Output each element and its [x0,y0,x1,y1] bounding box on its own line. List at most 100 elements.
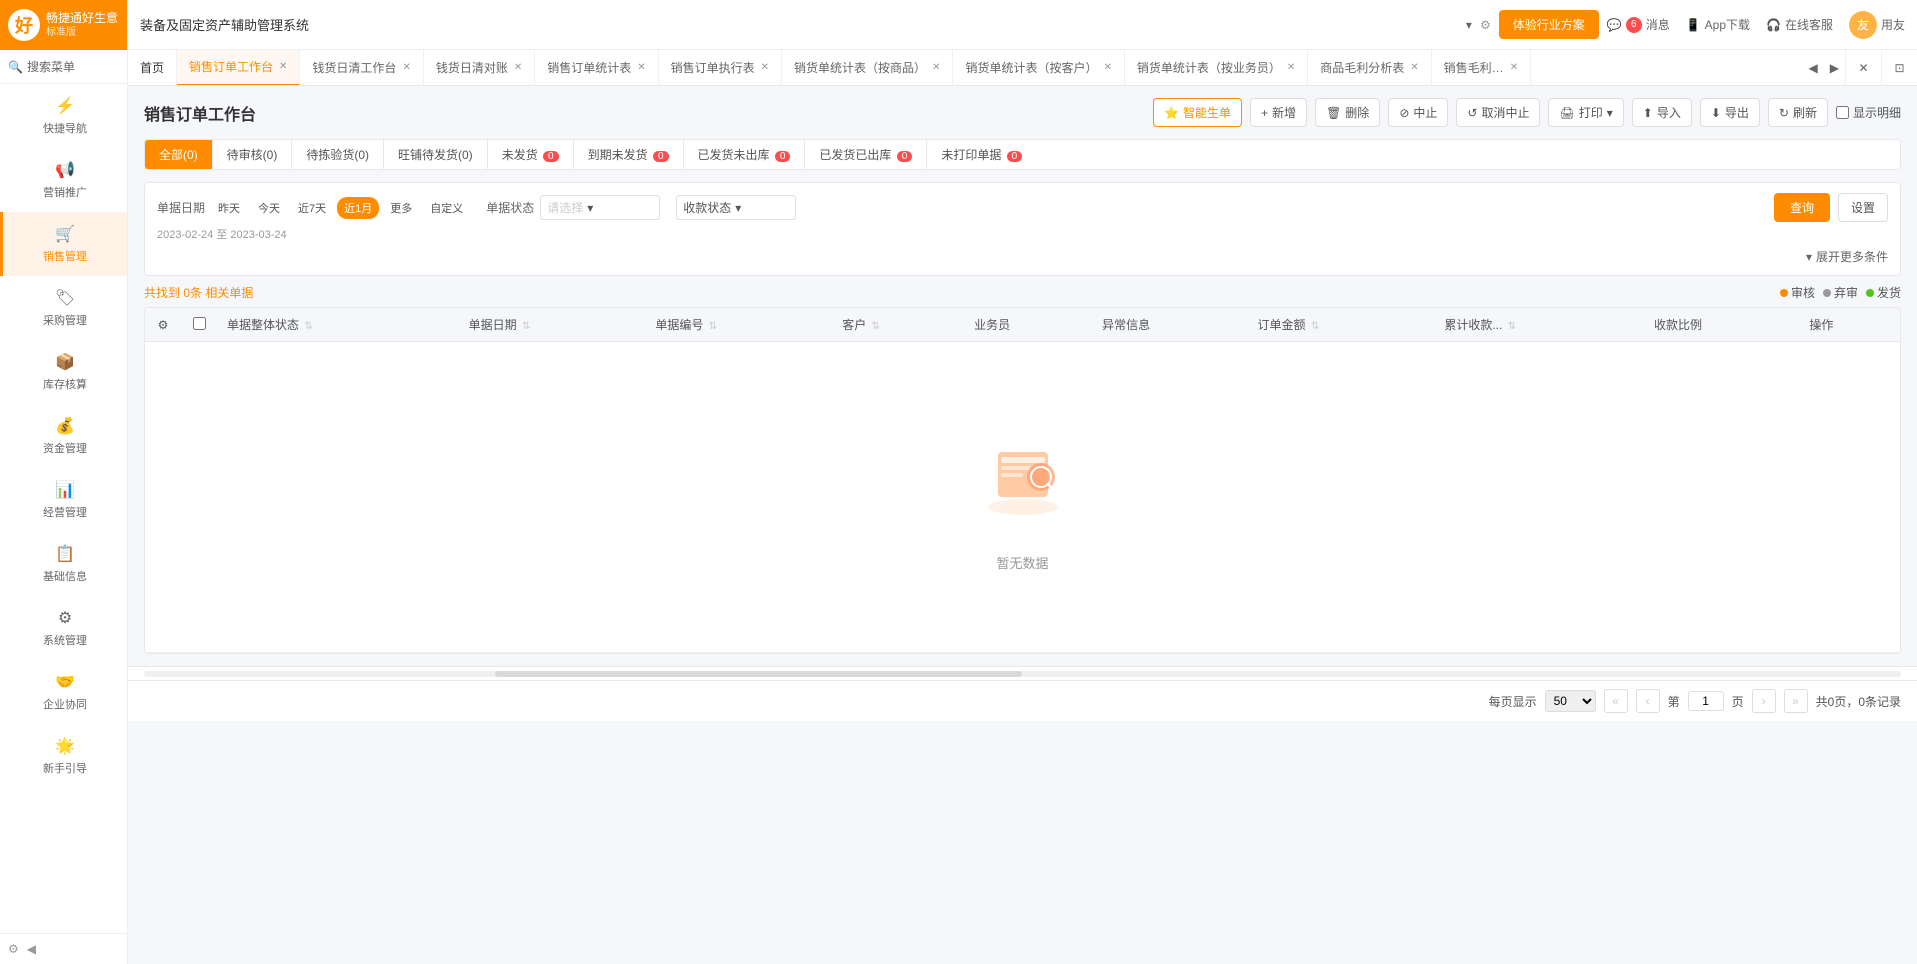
sidebar-item-system[interactable]: ⚙ 系统管理 [0,596,127,660]
stop-button[interactable]: ⊘ 中止 [1388,98,1448,127]
tab-close-sales-product[interactable]: ✕ [932,62,940,73]
tab-sales-more[interactable]: 销售毛利… ✕ [1432,50,1531,86]
th-settings[interactable]: ⚙ [145,308,181,342]
last-page-button[interactable]: » [1784,689,1808,713]
send-action-button[interactable]: 发货 [1866,284,1901,301]
settings-icon[interactable]: ⚙ [8,942,19,956]
sub-tab-not-sent[interactable]: 未发货 0 [488,140,574,169]
next-page-button[interactable]: › [1752,689,1776,713]
date-custom[interactable]: 自定义 [423,197,470,219]
scrollbar-thumb[interactable] [495,671,1022,677]
sidebar-item-operations[interactable]: 📊 经营管理 [0,468,127,532]
gear-icon[interactable]: ⚙ [1480,18,1491,32]
smart-generate-button[interactable]: ⭐ 智能生单 [1153,98,1242,127]
payment-status-select[interactable]: 收款状态 ▾ [676,195,796,220]
th-checkbox[interactable] [181,308,217,342]
prev-page-button[interactable]: ‹ [1636,689,1660,713]
sub-tab-sent-out[interactable]: 已发货已出库 0 [805,140,927,169]
import-button[interactable]: ⬆ 导入 [1632,98,1692,127]
tab-close-sales-more[interactable]: ✕ [1510,62,1518,73]
sidebar-item-quick-nav[interactable]: ⚡ 营销推广 快捷导航 [0,84,127,148]
sort-date-icon[interactable]: ⇅ [522,321,530,332]
delete-button[interactable]: 🗑 删除 [1315,98,1380,127]
tab-close-sales-staff[interactable]: ✕ [1287,62,1295,73]
sub-tab-wangpu[interactable]: 旺铺待发货(0) [384,140,488,169]
refresh-button[interactable]: ↻ 刷新 [1768,98,1828,127]
tab-home[interactable]: 首页 [128,50,177,86]
user-menu[interactable]: 友 用友 [1849,11,1905,39]
show-detail-checkbox[interactable]: 显示明细 [1836,104,1901,121]
sort-customer-icon[interactable]: ⇅ [872,321,880,332]
expand-filters-button[interactable]: ▾ 展开更多条件 [1806,248,1888,265]
sidebar-item-inventory[interactable]: 📦 库存核算 [0,340,127,404]
tab-expand-button[interactable]: ⊡ [1881,50,1917,86]
sidebar-item-sales[interactable]: 🛒 销售管理 [0,212,127,276]
th-received: 累计收款... ⇅ [1434,308,1644,342]
date-more[interactable]: 更多 [383,197,419,219]
export-button[interactable]: ⬇ 导出 [1700,98,1760,127]
tabbar: 首页 销售订单工作台 ✕ 钱货日清工作台 ✕ 钱货日清对账 ✕ 销售订单统计表 … [128,50,1917,86]
search-menu[interactable]: 🔍 搜索菜单 [0,50,127,84]
tab-close-sales-order[interactable]: ✕ [279,61,287,72]
sidebar-item-basic[interactable]: 📋 基础信息 [0,532,127,596]
add-button[interactable]: + 新增 [1250,98,1307,127]
tab-close-all-button[interactable]: ✕ [1845,50,1881,86]
sub-tab-pending[interactable]: 待审核(0) [213,140,293,169]
set-button[interactable]: 设置 [1838,193,1888,222]
collapse-icon[interactable]: ◀ [27,942,36,956]
tab-close-gross-profit[interactable]: ✕ [1410,62,1418,73]
app-download-button[interactable]: 📱 App下载 [1686,16,1750,33]
sort-status-icon[interactable]: ⇅ [304,321,312,332]
sidebar-item-guide[interactable]: 🌟 新手引导 [0,724,127,788]
tab-sales-exec[interactable]: 销售订单执行表 ✕ [659,50,782,86]
sidebar-item-collab[interactable]: 🤝 企业协同 [0,660,127,724]
tab-cash-daily[interactable]: 钱货日清工作台 ✕ [300,50,423,86]
tab-gross-profit[interactable]: 商品毛利分析表 ✕ [1308,50,1431,86]
tab-close-cash-daily[interactable]: ✕ [402,62,410,73]
topbar: 装备及固定资产辅助管理系统 ▾ ⚙ 体验行业方案 💬 6 消息 📱 App下载 … [128,0,1917,50]
sidebar-item-purchase[interactable]: 🏷 采购管理 [0,276,127,340]
sort-amount-icon[interactable]: ⇅ [1311,321,1319,332]
tab-sales-staff[interactable]: 销货单统计表（按业务员） ✕ [1125,50,1308,86]
cancel-review-action-button[interactable]: 弃审 [1823,284,1858,301]
first-page-button[interactable]: « [1604,689,1628,713]
tab-prev-button[interactable]: ◀ [1803,50,1824,86]
sub-tab-sent-not-out[interactable]: 已发货未出库 0 [684,140,806,169]
review-action-button[interactable]: 审核 [1780,284,1815,301]
message-button[interactable]: 💬 6 消息 [1607,16,1670,33]
sub-tab-overdue[interactable]: 到期未发货 0 [574,140,684,169]
industry-solution-button[interactable]: 体验行业方案 [1499,10,1599,39]
sub-tab-pending-check[interactable]: 待拣验货(0) [292,140,384,169]
date-yesterday[interactable]: 昨天 [211,197,247,219]
date-today[interactable]: 今天 [251,197,287,219]
tab-sales-stat[interactable]: 销售订单统计表 ✕ [535,50,658,86]
horizontal-scrollbar[interactable] [128,666,1917,680]
tab-next-button[interactable]: ▶ [1824,50,1845,86]
tab-sales-client[interactable]: 销货单统计表（按客户） ✕ [953,50,1124,86]
sort-number-icon[interactable]: ⇅ [709,321,717,332]
print-button[interactable]: 🖨 打印 ▾ [1548,98,1623,127]
tab-actions: ◀ ▶ ✕ ⊡ [1803,50,1917,86]
date-1month[interactable]: 近1月 [337,197,379,219]
tab-close-sales-client[interactable]: ✕ [1103,62,1111,73]
sort-received-icon[interactable]: ⇅ [1508,321,1516,332]
page-size-select[interactable]: 50 20 100 [1545,690,1596,712]
status-select[interactable]: 请选择 ▾ [540,195,660,220]
tab-cash-reconcile[interactable]: 钱货日清对账 ✕ [424,50,535,86]
sub-tab-not-printed[interactable]: 未打印单据 0 [927,140,1036,169]
online-service-button[interactable]: 🎧 在线客服 [1766,16,1833,33]
query-button[interactable]: 查询 [1774,193,1830,222]
tab-sales-product[interactable]: 销货单统计表（按商品） ✕ [782,50,953,86]
date-7days[interactable]: 近7天 [291,197,333,219]
sub-tab-all[interactable]: 全部(0) [145,140,213,169]
sidebar-item-marketing[interactable]: 📢 营销推广 [0,148,127,212]
tab-close-cash-reconcile[interactable]: ✕ [514,62,522,73]
export-icon: ⬇ [1711,106,1721,120]
cancel-stop-button[interactable]: ↺ 取消中止 [1456,98,1540,127]
sidebar-item-finance[interactable]: 💰 资金管理 [0,404,127,468]
page-number-input[interactable] [1688,691,1724,711]
tab-sales-order[interactable]: 销售订单工作台 ✕ [177,50,300,86]
tab-close-sales-exec[interactable]: ✕ [761,62,769,73]
tab-close-sales-stat[interactable]: ✕ [637,62,645,73]
system-dropdown[interactable]: ▾ [1466,18,1472,32]
